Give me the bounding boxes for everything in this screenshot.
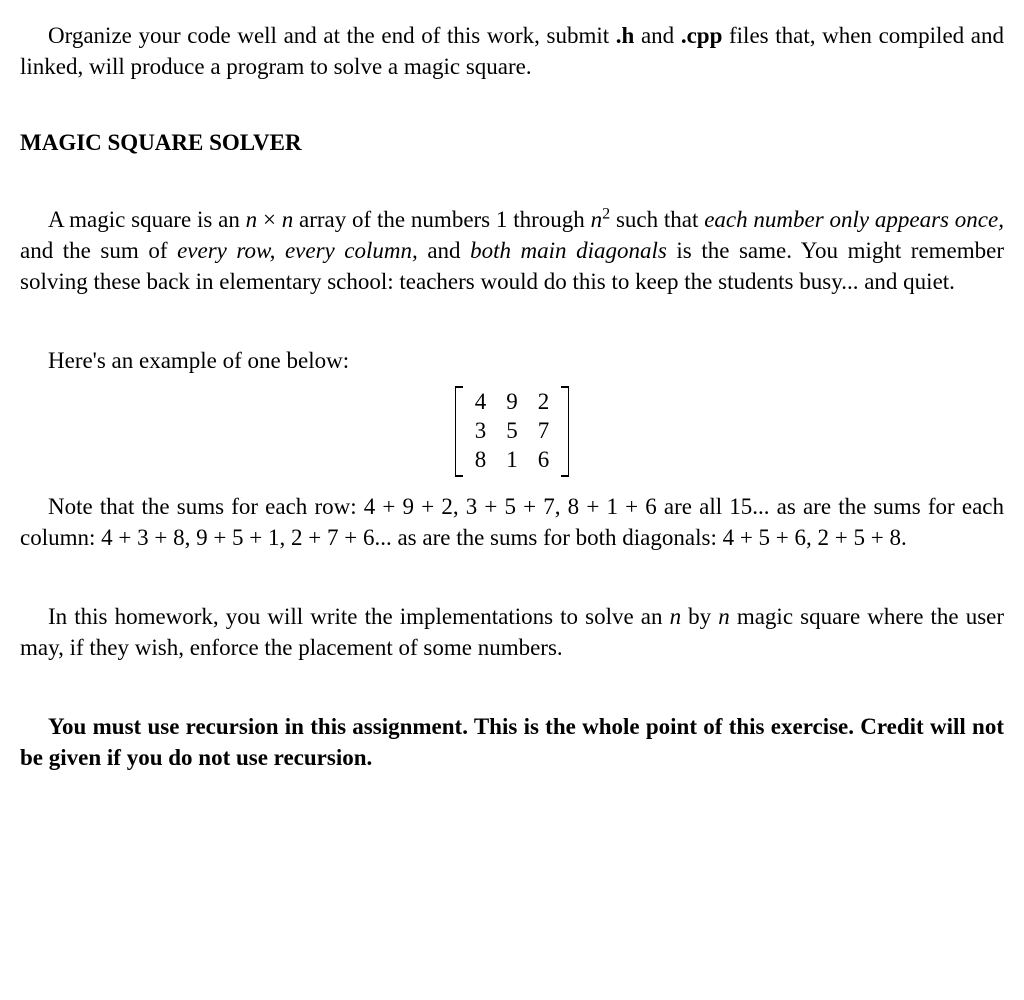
bracket-corner	[455, 475, 463, 477]
intro-paragraph: Organize your code well and at the end o…	[20, 20, 1004, 82]
section-title: MAGIC SQUARE SOLVER	[20, 130, 1004, 156]
filename-cpp: .cpp	[681, 23, 723, 48]
matrix-cell: 4	[465, 388, 497, 417]
matrix-row: 4 9 2	[465, 388, 560, 417]
text: by	[681, 604, 718, 629]
superscript-2: 2	[602, 205, 610, 222]
var-n: n	[670, 604, 682, 629]
text: and	[418, 238, 470, 263]
text: Organize your code well and at the end o…	[48, 23, 616, 48]
bracket-corner	[561, 386, 569, 388]
matrix-row: 8 1 6	[465, 446, 560, 475]
matrix-cell: 8	[465, 446, 497, 475]
var-n: n	[591, 207, 603, 232]
text: In this homework, you will write the imp…	[48, 604, 670, 629]
matrix-cell: 7	[528, 417, 560, 446]
filename-h: .h	[616, 23, 635, 48]
magic-square-matrix: 4 9 2 3 5 7 8 1 6	[455, 386, 570, 476]
emphasis: both main diagonals	[470, 238, 667, 263]
var-n: n	[718, 604, 730, 629]
matrix-cell: 1	[496, 446, 528, 475]
text: such that	[610, 207, 704, 232]
text: and	[634, 23, 680, 48]
matrix-cell: 2	[528, 388, 560, 417]
homework-paragraph: In this homework, you will write the imp…	[20, 601, 1004, 663]
bracket-corner	[455, 386, 463, 388]
matrix-row: 3 5 7	[465, 417, 560, 446]
definition-paragraph: A magic square is an n × n array of the …	[20, 204, 1004, 297]
matrix-cell: 5	[496, 417, 528, 446]
text: ×	[257, 207, 282, 232]
note-paragraph: Note that the sums for each row: 4 + 9 +…	[20, 491, 1004, 553]
var-n: n	[246, 207, 258, 232]
spacer	[20, 553, 1004, 601]
emphasis: each number only appears once,	[704, 207, 1004, 232]
emphasis: every row, every column,	[177, 238, 418, 263]
document-page: Organize your code well and at the end o…	[0, 0, 1024, 793]
matrix-container: 4 9 2 3 5 7 8 1 6	[20, 386, 1004, 476]
matrix-cell: 9	[496, 388, 528, 417]
text: and the sum of	[20, 238, 177, 263]
matrix-cell: 6	[528, 446, 560, 475]
example-intro: Here's an example of one below:	[20, 345, 1004, 376]
bracket-corner	[561, 475, 569, 477]
matrix-cell: 3	[465, 417, 497, 446]
var-n: n	[282, 207, 294, 232]
spacer	[20, 297, 1004, 345]
matrix-table: 4 9 2 3 5 7 8 1 6	[465, 388, 560, 474]
spacer	[20, 663, 1004, 711]
text: array of the numbers 1 through	[293, 207, 590, 232]
recursion-requirement: You must use recursion in this assignmen…	[20, 711, 1004, 773]
text: A magic square is an	[48, 207, 246, 232]
